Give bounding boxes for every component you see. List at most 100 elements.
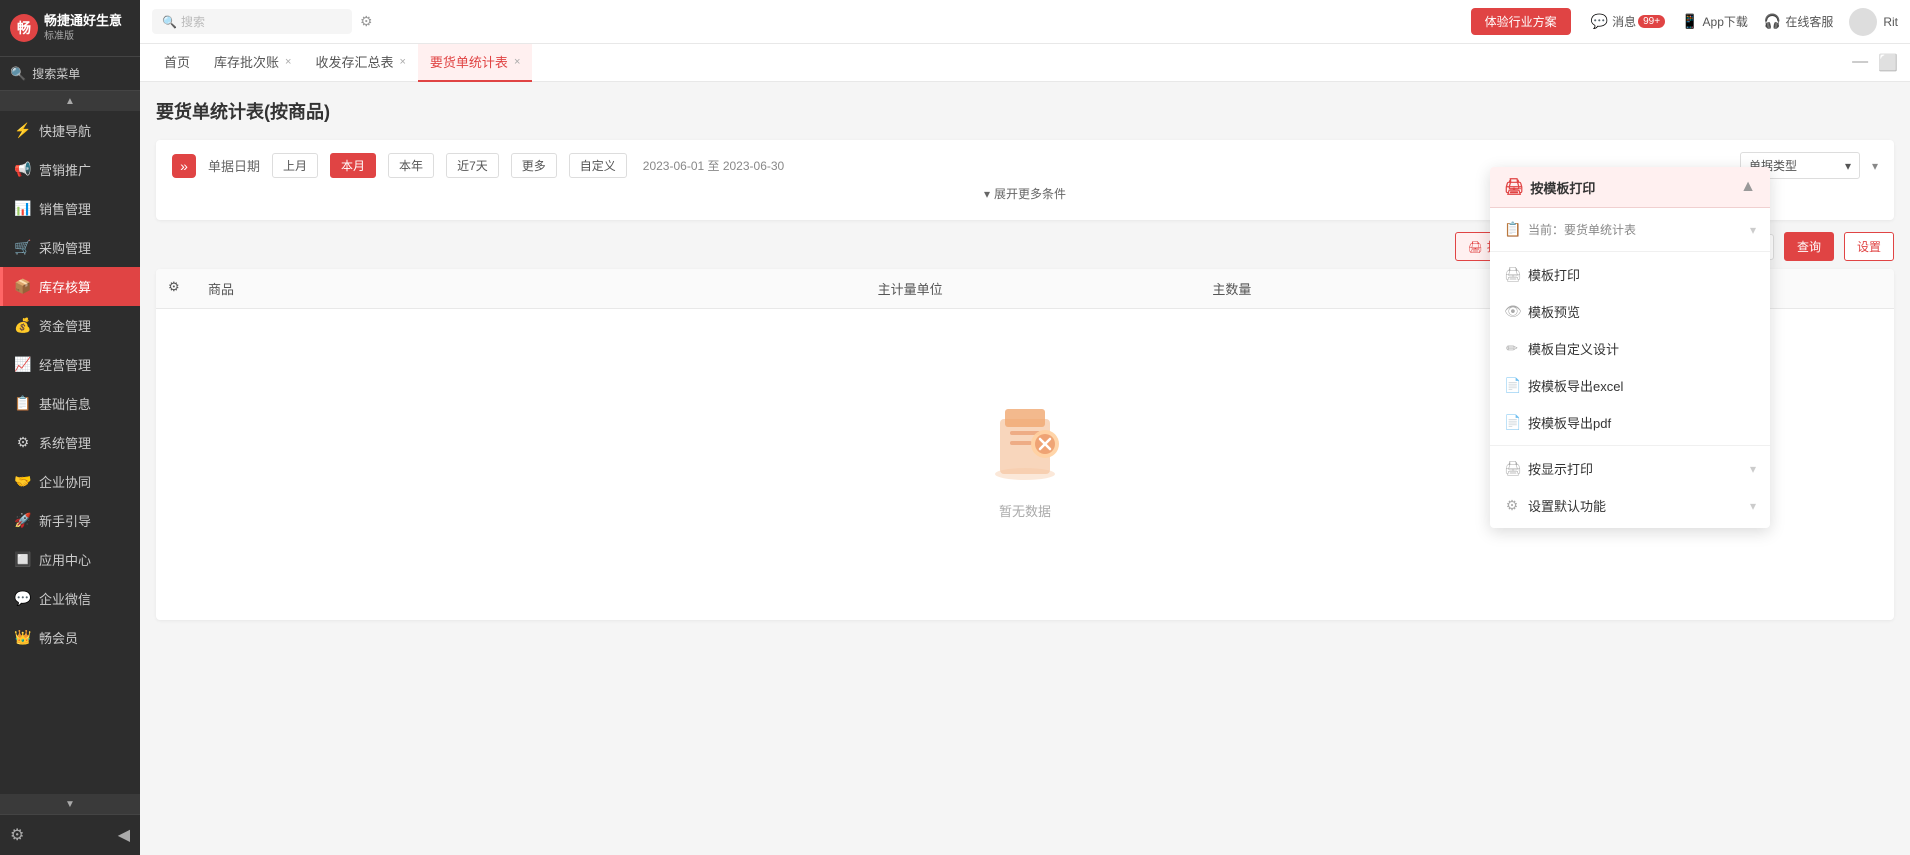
sidebar-item-enterprise[interactable]: 🤝 企业协同 [0, 462, 140, 501]
online-service-action[interactable]: 🎧 在线客服 [1764, 13, 1833, 30]
content-area: 要货单统计表(按商品) » 单据日期 上月 本月 本年 近7天 更多 自定义 2… [140, 82, 1910, 855]
sidebar-item-sales[interactable]: 📊 销售管理 [0, 189, 140, 228]
message-icon: 💬 [1591, 13, 1608, 30]
sidebar-icon-finance: 💰 [13, 317, 33, 334]
dropdown-template-print[interactable]: 🖨 模板打印 [1490, 256, 1770, 293]
sidebar-item-basics[interactable]: 📋 基础信息 [0, 384, 140, 423]
display-print-arrow-icon: ▾ [1750, 462, 1756, 476]
topbar-settings-icon[interactable]: ⚙ [360, 13, 373, 30]
sidebar-item-inventory[interactable]: 📦 库存核算 [0, 267, 140, 306]
sidebar-icon-basics: 📋 [13, 395, 33, 412]
app-logo-text: 畅捷通好生意 标准版 [44, 12, 122, 44]
user-avatar-area[interactable]: Rit [1849, 8, 1898, 36]
date-btn-current-month[interactable]: 本月 [330, 153, 376, 178]
dropdown-template-excel[interactable]: 📄 按模板导出excel [1490, 367, 1770, 404]
sidebar-item-operations[interactable]: 📈 经营管理 [0, 345, 140, 384]
dropdown-close-button[interactable]: ▲ [1740, 178, 1756, 196]
sidebar-bottom: ⚙ ◀ [0, 814, 140, 855]
dropdown-template-custom[interactable]: ✏ 模板自定义设计 [1490, 330, 1770, 367]
sidebar: 畅 畅捷通好生意 标准版 🔍 搜索菜单 ▲ ⚡ 快捷导航 📢 营销推广 📊 销售… [0, 0, 140, 855]
sidebar-logo: 畅 畅捷通好生意 标准版 [0, 0, 140, 57]
order-type-arrow: ▾ [1872, 159, 1878, 173]
sidebar-label-guide: 新手引导 [39, 511, 91, 530]
date-btn-current-year[interactable]: 本年 [388, 153, 434, 178]
template-preview-icon: 👁 [1504, 303, 1520, 320]
message-action[interactable]: 💬 消息 99+ [1591, 13, 1665, 30]
topbar: 🔍 搜索 ⚙ 体验行业方案 💬 消息 99+ 📱 App下载 🎧 在线客服 Ri… [140, 0, 1910, 44]
sidebar-label-appstore: 应用中心 [39, 550, 91, 569]
col-settings[interactable]: ⚙ [168, 279, 208, 298]
topbar-search[interactable]: 🔍 搜索 [152, 9, 352, 34]
sidebar-scroll-up[interactable]: ▲ [0, 91, 140, 111]
tab-close-order-stats[interactable]: × [514, 56, 520, 68]
template-pdf-icon: 📄 [1504, 414, 1520, 431]
dropdown-template-pdf[interactable]: 📄 按模板导出pdf [1490, 404, 1770, 441]
tab-close-batch-account[interactable]: × [285, 56, 291, 68]
username-label: Rit [1883, 15, 1898, 29]
search-icon: 🔍 [10, 66, 26, 82]
col-product: 商品 [208, 279, 878, 298]
sidebar-item-finance[interactable]: 💰 资金管理 [0, 306, 140, 345]
tab-close-receipt-summary[interactable]: × [399, 56, 405, 68]
sidebar-item-appstore[interactable]: 🔲 应用中心 [0, 540, 140, 579]
sidebar-label-wechat: 企业微信 [39, 589, 91, 608]
date-btn-last-month[interactable]: 上月 [272, 153, 318, 178]
current-template-icon: 📋 [1504, 221, 1520, 238]
sidebar-label-enterprise: 企业协同 [39, 472, 91, 491]
sidebar-item-quick-nav[interactable]: ⚡ 快捷导航 [0, 111, 140, 150]
avatar [1849, 8, 1877, 36]
dropdown-title: 🖨 按模板打印 [1504, 177, 1595, 197]
default-setting-arrow-icon: ▾ [1750, 499, 1756, 513]
dropdown-default-setting[interactable]: ⚙ 设置默认功能 ▾ [1490, 487, 1770, 524]
restore-icon[interactable]: ⬜ [1878, 53, 1898, 73]
sidebar-label-member: 畅会员 [39, 628, 78, 647]
sidebar-item-guide[interactable]: 🚀 新手引导 [0, 501, 140, 540]
tab-batch-account[interactable]: 库存批次账 × [202, 44, 303, 82]
template-excel-icon: 📄 [1504, 377, 1520, 394]
dropdown-template-preview[interactable]: 👁 模板预览 [1490, 293, 1770, 330]
service-icon: 🎧 [1764, 13, 1781, 30]
collapse-icon[interactable]: ◀ [118, 825, 130, 845]
sidebar-item-system[interactable]: ⚙ 系统管理 [0, 423, 140, 462]
date-btn-more[interactable]: 更多 [511, 153, 557, 178]
sidebar-scroll-down[interactable]: ▼ [0, 794, 140, 814]
sidebar-icon-system: ⚙ [13, 434, 33, 451]
trial-button[interactable]: 体验行业方案 [1471, 8, 1571, 35]
dropdown-display-print[interactable]: 🖨 按显示打印 ▾ [1490, 450, 1770, 487]
sidebar-item-marketing[interactable]: 📢 营销推广 [0, 150, 140, 189]
sidebar-label-quick-nav: 快捷导航 [39, 121, 91, 140]
tab-order-stats[interactable]: 要货单统计表 × [418, 44, 532, 82]
sidebar-icon-sales: 📊 [13, 200, 33, 217]
template-custom-icon: ✏ [1504, 340, 1520, 357]
dropdown-arrow-icon: ▾ [1750, 223, 1756, 237]
date-btn-last-7days[interactable]: 近7天 [446, 153, 499, 178]
date-range-text: 2023-06-01 至 2023-06-30 [643, 157, 784, 174]
tab-receipt-summary[interactable]: 收发存汇总表 × [303, 44, 417, 82]
display-print-icon: 🖨 [1504, 460, 1520, 477]
filter-expand-button[interactable]: » [172, 154, 196, 178]
sidebar-label-marketing: 营销推广 [39, 160, 91, 179]
sidebar-item-purchase[interactable]: 🛒 采购管理 [0, 228, 140, 267]
date-btn-custom[interactable]: 自定义 [569, 153, 627, 178]
page-title: 要货单统计表(按商品) [156, 98, 1894, 124]
minimize-icon[interactable]: — [1852, 53, 1868, 73]
sidebar-item-wechat[interactable]: 💬 企业微信 [0, 579, 140, 618]
sidebar-label-operations: 经营管理 [39, 355, 91, 374]
main-area: 🔍 搜索 ⚙ 体验行业方案 💬 消息 99+ 📱 App下载 🎧 在线客服 Ri… [140, 0, 1910, 855]
date-label: 单据日期 [208, 156, 260, 175]
query-button[interactable]: 查询 [1784, 232, 1834, 261]
tab-home[interactable]: 首页 [152, 44, 202, 82]
sidebar-icon-quick-nav: ⚡ [13, 122, 33, 139]
sidebar-label-inventory: 库存核算 [39, 277, 91, 296]
col-unit: 主计量单位 [878, 279, 1213, 298]
settings-button[interactable]: 设置 [1844, 232, 1894, 261]
expand-more-icon: ▾ [984, 187, 990, 201]
download-icon: 📱 [1681, 13, 1698, 30]
app-download-action[interactable]: 📱 App下载 [1681, 13, 1748, 30]
sidebar-label-purchase: 采购管理 [39, 238, 91, 257]
sidebar-search[interactable]: 🔍 搜索菜单 [0, 57, 140, 91]
settings-icon[interactable]: ⚙ [10, 825, 24, 845]
sidebar-item-member[interactable]: 👑 畅会员 [0, 618, 140, 657]
dropdown-current-template[interactable]: 📋 当前：要货单统计表 ▾ [1490, 212, 1770, 247]
sidebar-label-basics: 基础信息 [39, 394, 91, 413]
